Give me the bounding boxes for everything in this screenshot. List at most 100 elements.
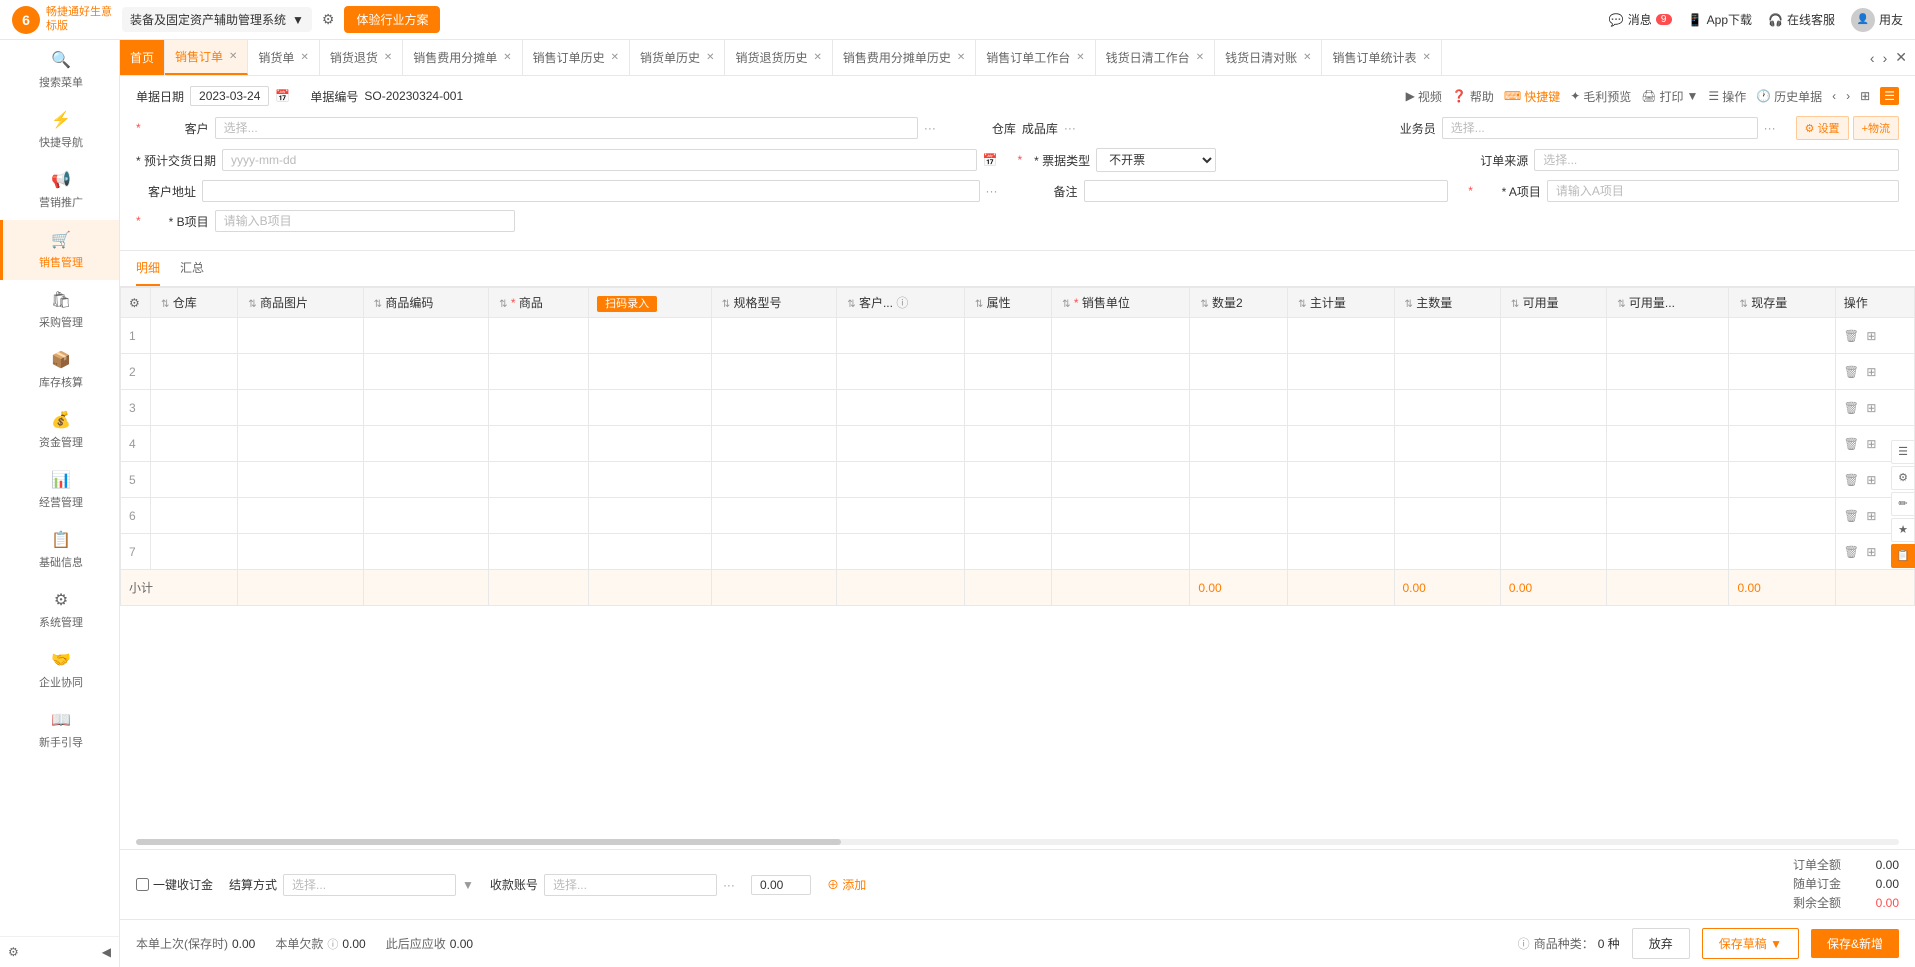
detail-tab-details[interactable]: 明细 [136, 251, 160, 286]
profit-btn[interactable]: ✦ 毛利预览 [1570, 88, 1631, 105]
tab-close-icon[interactable]: ✕ [1076, 52, 1084, 63]
sidebar-item-sales[interactable]: 🛒 销售管理 [0, 220, 119, 280]
info-icon[interactable]: ⓘ [896, 296, 908, 310]
add-button[interactable]: ⊕ 添加 [827, 876, 866, 893]
product-count-icon[interactable]: ⓘ [1518, 935, 1530, 952]
sidebar-item-search[interactable]: 🔍 搜索菜单 [0, 40, 119, 100]
app-title-area[interactable]: 装备及固定资产辅助管理系统 ▼ [122, 7, 312, 32]
sidebar-collapse-btn[interactable]: ◀ [102, 945, 111, 959]
payment-input[interactable] [283, 874, 456, 896]
row-qty2[interactable] [1190, 318, 1288, 354]
row-main-qty[interactable] [1394, 318, 1500, 354]
copy-icon[interactable]: ⊞ [1866, 437, 1876, 451]
tab-sales-order[interactable]: 销售订单 ✕ [165, 40, 248, 75]
th-sort-icon[interactable]: ⇅ [1405, 299, 1413, 310]
user-area[interactable]: 👤 用友 [1851, 8, 1903, 32]
tab-daily-workbench[interactable]: 钱货日清工作台 ✕ [1096, 40, 1215, 75]
row-attribute[interactable] [964, 318, 1051, 354]
discard-button[interactable]: 放弃 [1632, 928, 1690, 959]
tab-stats[interactable]: 销售订单统计表 ✕ [1322, 40, 1441, 75]
side-btn-5[interactable]: 📋 [1891, 544, 1915, 568]
tab-close-icon[interactable]: ✕ [813, 52, 821, 63]
tab-close-icon[interactable]: ✕ [503, 52, 511, 63]
b-project-input[interactable] [215, 210, 515, 232]
delivery-input[interactable] [222, 149, 977, 171]
scan-button[interactable]: 扫码录入 [597, 296, 657, 312]
scroll-track[interactable] [136, 839, 1899, 845]
sidebar-item-marketing[interactable]: 📢 营销推广 [0, 160, 119, 220]
sidebar-item-enterprise[interactable]: 🤝 企业协同 [0, 640, 119, 700]
delete-icon[interactable]: 🗑 [1844, 545, 1859, 559]
quick-order-check[interactable] [136, 878, 149, 891]
online-service-area[interactable]: 🎧 在线客服 [1768, 11, 1835, 28]
tab-expense[interactable]: 销售费用分摊单 ✕ [403, 40, 522, 75]
th-sort-icon[interactable]: ⇅ [248, 299, 256, 310]
tab-close-icon[interactable]: ✕ [229, 51, 237, 62]
add-logistics-btn[interactable]: +物流 [1853, 116, 1899, 140]
list-view-btn[interactable]: ☰ [1880, 87, 1899, 105]
receipt-ellipsis[interactable]: ··· [723, 878, 735, 892]
side-btn-1[interactable]: ☰ [1891, 440, 1915, 464]
customer-input[interactable] [215, 117, 918, 139]
tab-invoice-history[interactable]: 销货单历史 ✕ [630, 40, 725, 75]
th-sort-icon[interactable]: ⇅ [499, 299, 507, 310]
tab-close-icon[interactable]: ✕ [1196, 52, 1204, 63]
address-ellipsis[interactable]: ··· [986, 184, 998, 198]
calendar-icon[interactable]: 📅 [275, 89, 290, 103]
side-btn-4[interactable]: ★ [1891, 518, 1915, 542]
history-btn[interactable]: 🕐 历史单据 [1756, 88, 1822, 105]
tab-close-icon[interactable]: ✕ [706, 52, 714, 63]
tab-close-icon[interactable]: ✕ [384, 52, 392, 63]
row-warehouse[interactable] [151, 318, 238, 354]
settings-icon[interactable]: ⚙ [322, 11, 335, 28]
tab-close-icon[interactable]: ✕ [957, 52, 965, 63]
help-btn[interactable]: ❓ 帮助 [1452, 88, 1494, 105]
delete-icon[interactable]: 🗑 [1844, 365, 1859, 379]
address-input[interactable] [202, 180, 980, 202]
sidebar-item-system[interactable]: ⚙ 系统管理 [0, 580, 119, 640]
view-btn[interactable]: ▶ 视频 [1406, 88, 1442, 105]
warehouse-ellipsis[interactable]: ··· [1064, 121, 1076, 135]
th-sort-icon[interactable]: ⇅ [1617, 299, 1625, 310]
tab-order-history[interactable]: 销售订单历史 ✕ [523, 40, 630, 75]
remark-input[interactable] [1084, 180, 1449, 202]
th-sort-icon[interactable]: ⇅ [847, 299, 855, 310]
copy-icon[interactable]: ⊞ [1866, 401, 1876, 415]
copy-icon[interactable]: ⊞ [1866, 545, 1876, 559]
trial-button[interactable]: 体验行业方案 [344, 6, 440, 33]
dropdown-icon[interactable]: ▼ [1770, 937, 1782, 951]
operation-btn[interactable]: ☰ 操作 [1708, 88, 1746, 105]
tab-home[interactable]: 首页 [120, 40, 165, 75]
salesperson-input[interactable] [1442, 117, 1758, 139]
delete-icon[interactable]: 🗑 [1844, 437, 1859, 451]
messages-icon-area[interactable]: 💬 消息 9 [1609, 11, 1672, 28]
copy-icon[interactable]: ⊞ [1866, 509, 1876, 523]
save-draft-button[interactable]: 保存草稿 ▼ [1702, 928, 1799, 959]
copy-icon[interactable]: ⊞ [1866, 329, 1876, 343]
nav-prev-btn[interactable]: ‹ [1832, 89, 1836, 103]
th-sort-icon[interactable]: ⇅ [1200, 299, 1208, 310]
col-settings-icon[interactable]: ⚙ [129, 296, 140, 310]
row-unit[interactable] [1052, 318, 1190, 354]
side-btn-2[interactable]: ⚙ [1891, 466, 1915, 490]
tab-next-btn[interactable]: › [1881, 48, 1890, 68]
th-sort-icon[interactable]: ⇅ [975, 299, 983, 310]
row-product[interactable] [489, 318, 589, 354]
invoice-select[interactable]: 不开票 [1096, 148, 1216, 172]
info-icon[interactable]: ⓘ [327, 936, 338, 952]
copy-icon[interactable]: ⊞ [1866, 473, 1876, 487]
scroll-thumb[interactable] [136, 839, 841, 845]
detail-tab-summary[interactable]: 汇总 [180, 251, 204, 286]
sidebar-item-quick[interactable]: ⚡ 快捷导航 [0, 100, 119, 160]
grid-view-btn[interactable]: ⊞ [1860, 89, 1870, 103]
a-project-input[interactable] [1547, 180, 1899, 202]
tab-reconcile[interactable]: 钱货日清对账 ✕ [1215, 40, 1322, 75]
th-sort-icon[interactable]: ⇅ [1062, 299, 1070, 310]
sidebar-item-guide[interactable]: 📖 新手引导 [0, 700, 119, 760]
side-btn-3[interactable]: ✏ [1891, 492, 1915, 516]
quick-order-checkbox[interactable]: 一键收订金 [136, 876, 213, 893]
sidebar-item-basic[interactable]: 📋 基础信息 [0, 520, 119, 580]
receipt-input[interactable] [544, 874, 717, 896]
th-sort-icon[interactable]: ⇅ [374, 299, 382, 310]
row-spec[interactable] [711, 318, 836, 354]
